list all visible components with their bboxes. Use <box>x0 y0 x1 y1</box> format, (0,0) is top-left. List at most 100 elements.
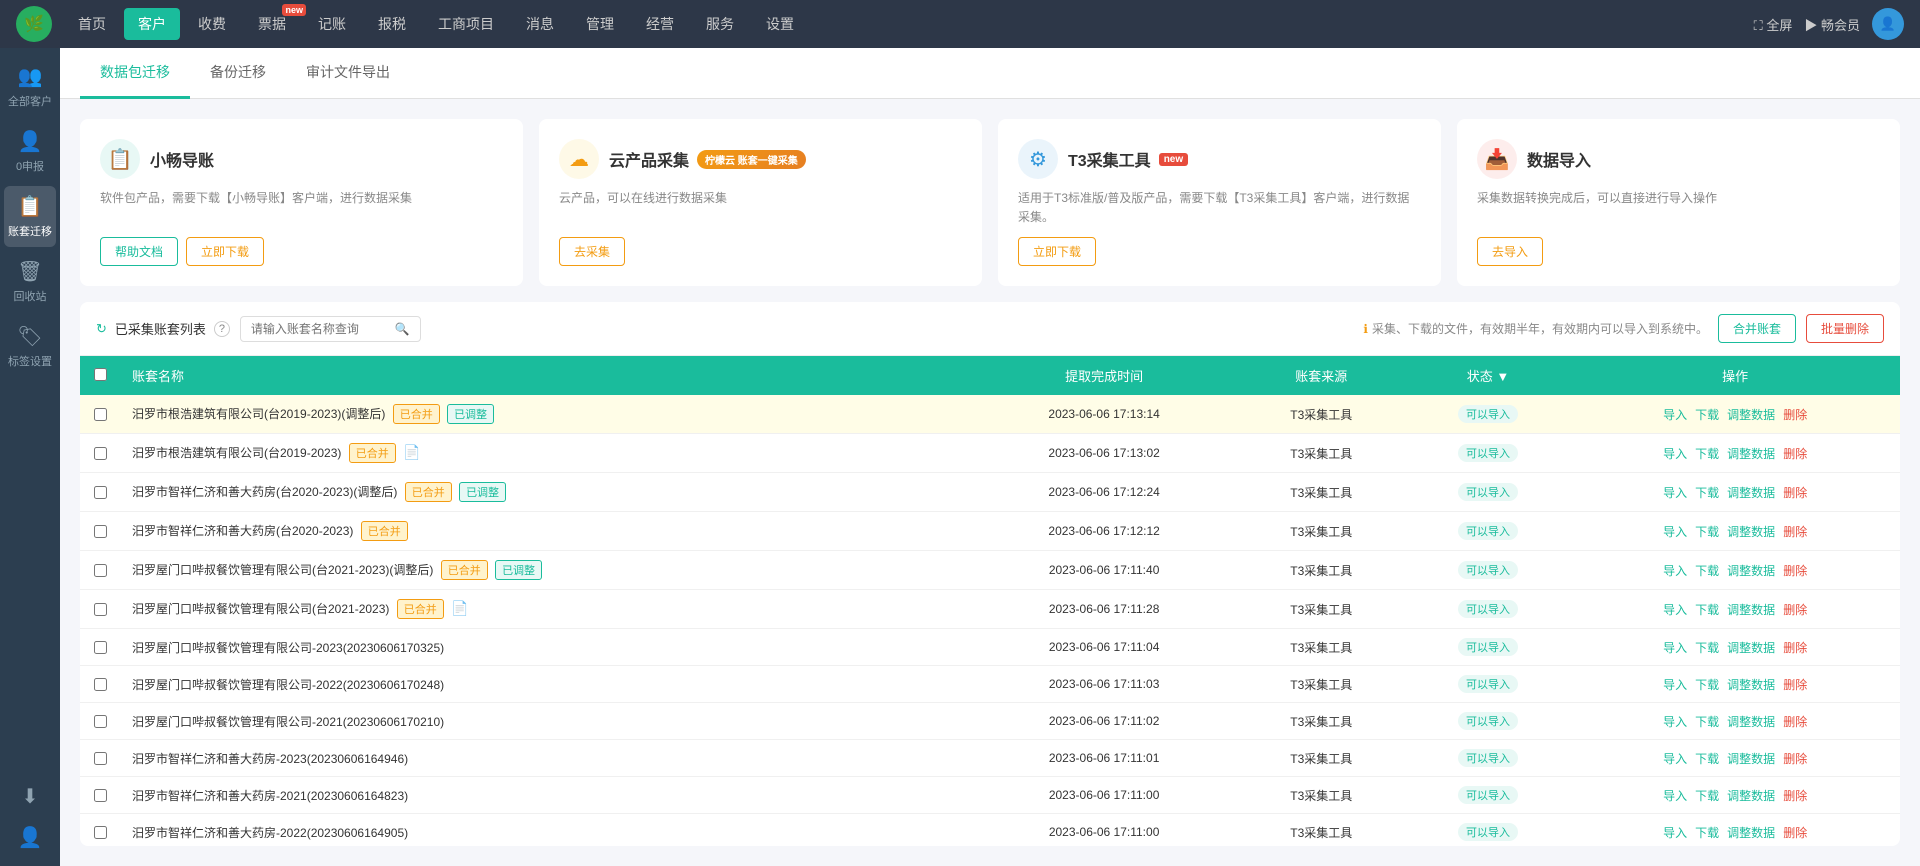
delete-btn[interactable]: 删除 <box>1783 523 1807 540</box>
delete-btn[interactable]: 删除 <box>1783 824 1807 841</box>
fullscreen-button[interactable]: ⛶ 全屏 <box>1754 15 1793 34</box>
delete-btn[interactable]: 删除 <box>1783 639 1807 656</box>
sidebar-item-all-customers[interactable]: 👥 全部客户 <box>4 56 56 117</box>
delete-btn[interactable]: 删除 <box>1783 406 1807 423</box>
download-btn[interactable]: 下载 <box>1695 523 1719 540</box>
adjust-data-btn[interactable]: 调整数据 <box>1727 445 1775 462</box>
sidebar-item-recycle[interactable]: 🗑 回收站 <box>4 251 56 312</box>
nav-bill[interactable]: 票据 new <box>244 8 300 40</box>
import-btn[interactable]: 导入 <box>1663 601 1687 618</box>
row-checkbox[interactable] <box>94 826 107 839</box>
th-status[interactable]: 状态 ▼ <box>1406 356 1571 395</box>
nav-tax[interactable]: 报税 <box>364 8 420 40</box>
nav-service[interactable]: 服务 <box>692 8 748 40</box>
search-icon[interactable]: 🔍 <box>395 322 410 336</box>
import-btn[interactable]: 导入 <box>1663 676 1687 693</box>
nav-home[interactable]: 首页 <box>64 8 120 40</box>
download-btn[interactable]: 下载 <box>1695 676 1719 693</box>
data-import-btn[interactable]: 去导入 <box>1477 237 1543 266</box>
row-checkbox[interactable] <box>94 486 107 499</box>
delete-btn[interactable]: 删除 <box>1783 445 1807 462</box>
xiao-chang-help-btn[interactable]: 帮助文档 <box>100 237 178 266</box>
row-checkbox[interactable] <box>94 752 107 765</box>
import-btn[interactable]: 导入 <box>1663 445 1687 462</box>
sidebar-item-zero-report[interactable]: 👤 0申报 <box>4 121 56 182</box>
row-checkbox[interactable] <box>94 678 107 691</box>
import-btn[interactable]: 导入 <box>1663 562 1687 579</box>
tab-data-migration[interactable]: 数据包迁移 <box>80 48 190 99</box>
sidebar-item-tag-settings[interactable]: 🏷 标签设置 <box>4 316 56 377</box>
delete-btn[interactable]: 删除 <box>1783 713 1807 730</box>
file-icon[interactable]: 📄 <box>451 600 468 616</box>
nav-message[interactable]: 消息 <box>512 8 568 40</box>
nav-customer[interactable]: 客户 <box>124 8 180 40</box>
row-checkbox[interactable] <box>94 408 107 421</box>
import-btn[interactable]: 导入 <box>1663 750 1687 767</box>
import-btn[interactable]: 导入 <box>1663 406 1687 423</box>
delete-btn[interactable]: 删除 <box>1783 562 1807 579</box>
download-btn[interactable]: 下载 <box>1695 824 1719 841</box>
download-btn[interactable]: 下载 <box>1695 445 1719 462</box>
import-btn[interactable]: 导入 <box>1663 713 1687 730</box>
help-icon[interactable]: ? <box>214 321 230 337</box>
adjust-data-btn[interactable]: 调整数据 <box>1727 484 1775 501</box>
file-icon[interactable]: 📄 <box>403 444 420 460</box>
yun-caiji-btn[interactable]: 去采集 <box>559 237 625 266</box>
adjust-data-btn[interactable]: 调整数据 <box>1727 676 1775 693</box>
nav-manage[interactable]: 管理 <box>572 8 628 40</box>
delete-btn[interactable]: 删除 <box>1783 787 1807 804</box>
search-box[interactable]: 🔍 <box>240 316 421 342</box>
row-checkbox[interactable] <box>94 789 107 802</box>
adjust-data-btn[interactable]: 调整数据 <box>1727 750 1775 767</box>
t3-download-btn[interactable]: 立即下载 <box>1018 237 1096 266</box>
download-btn[interactable]: 下载 <box>1695 406 1719 423</box>
tab-backup-migration[interactable]: 备份迁移 <box>190 48 286 99</box>
adjust-data-btn[interactable]: 调整数据 <box>1727 562 1775 579</box>
import-btn[interactable]: 导入 <box>1663 639 1687 656</box>
select-all-checkbox[interactable] <box>94 368 107 381</box>
nav-account[interactable]: 记账 <box>304 8 360 40</box>
merge-accounts-btn[interactable]: 合并账套 <box>1718 314 1796 343</box>
nav-settings[interactable]: 设置 <box>752 8 808 40</box>
import-btn[interactable]: 导入 <box>1663 523 1687 540</box>
download-btn[interactable]: 下载 <box>1695 639 1719 656</box>
download-btn[interactable]: 下载 <box>1695 601 1719 618</box>
user-avatar[interactable]: 👤 <box>1872 8 1904 40</box>
download-btn[interactable]: 下载 <box>1695 562 1719 579</box>
row-checkbox[interactable] <box>94 603 107 616</box>
sidebar-item-download[interactable]: ⬇ <box>4 776 56 817</box>
import-btn[interactable]: 导入 <box>1663 787 1687 804</box>
sidebar-item-account-migration[interactable]: 📋 账套迁移 <box>4 186 56 247</box>
nav-business[interactable]: 工商项目 <box>424 8 508 40</box>
adjust-data-btn[interactable]: 调整数据 <box>1727 824 1775 841</box>
row-checkbox[interactable] <box>94 715 107 728</box>
sidebar-item-profile[interactable]: 👤 <box>4 817 56 858</box>
nav-operation[interactable]: 经营 <box>632 8 688 40</box>
adjust-data-btn[interactable]: 调整数据 <box>1727 639 1775 656</box>
adjust-data-btn[interactable]: 调整数据 <box>1727 713 1775 730</box>
download-btn[interactable]: 下载 <box>1695 713 1719 730</box>
adjust-data-btn[interactable]: 调整数据 <box>1727 601 1775 618</box>
search-input[interactable] <box>251 322 391 336</box>
row-checkbox[interactable] <box>94 447 107 460</box>
row-checkbox[interactable] <box>94 525 107 538</box>
tab-audit-export[interactable]: 审计文件导出 <box>286 48 410 99</box>
download-btn[interactable]: 下载 <box>1695 750 1719 767</box>
import-btn[interactable]: 导入 <box>1663 824 1687 841</box>
adjust-data-btn[interactable]: 调整数据 <box>1727 406 1775 423</box>
import-btn[interactable]: 导入 <box>1663 484 1687 501</box>
delete-btn[interactable]: 删除 <box>1783 601 1807 618</box>
batch-delete-btn[interactable]: 批量删除 <box>1806 314 1884 343</box>
delete-btn[interactable]: 删除 <box>1783 750 1807 767</box>
delete-btn[interactable]: 删除 <box>1783 484 1807 501</box>
adjust-data-btn[interactable]: 调整数据 <box>1727 523 1775 540</box>
refresh-icon[interactable]: ↻ <box>96 321 107 337</box>
delete-btn[interactable]: 删除 <box>1783 676 1807 693</box>
nav-fee[interactable]: 收费 <box>184 8 240 40</box>
download-btn[interactable]: 下载 <box>1695 787 1719 804</box>
member-button[interactable]: ▶ 畅会员 <box>1804 15 1860 34</box>
xiao-chang-download-btn[interactable]: 立即下载 <box>186 237 264 266</box>
row-checkbox[interactable] <box>94 564 107 577</box>
download-btn[interactable]: 下载 <box>1695 484 1719 501</box>
row-checkbox[interactable] <box>94 641 107 654</box>
